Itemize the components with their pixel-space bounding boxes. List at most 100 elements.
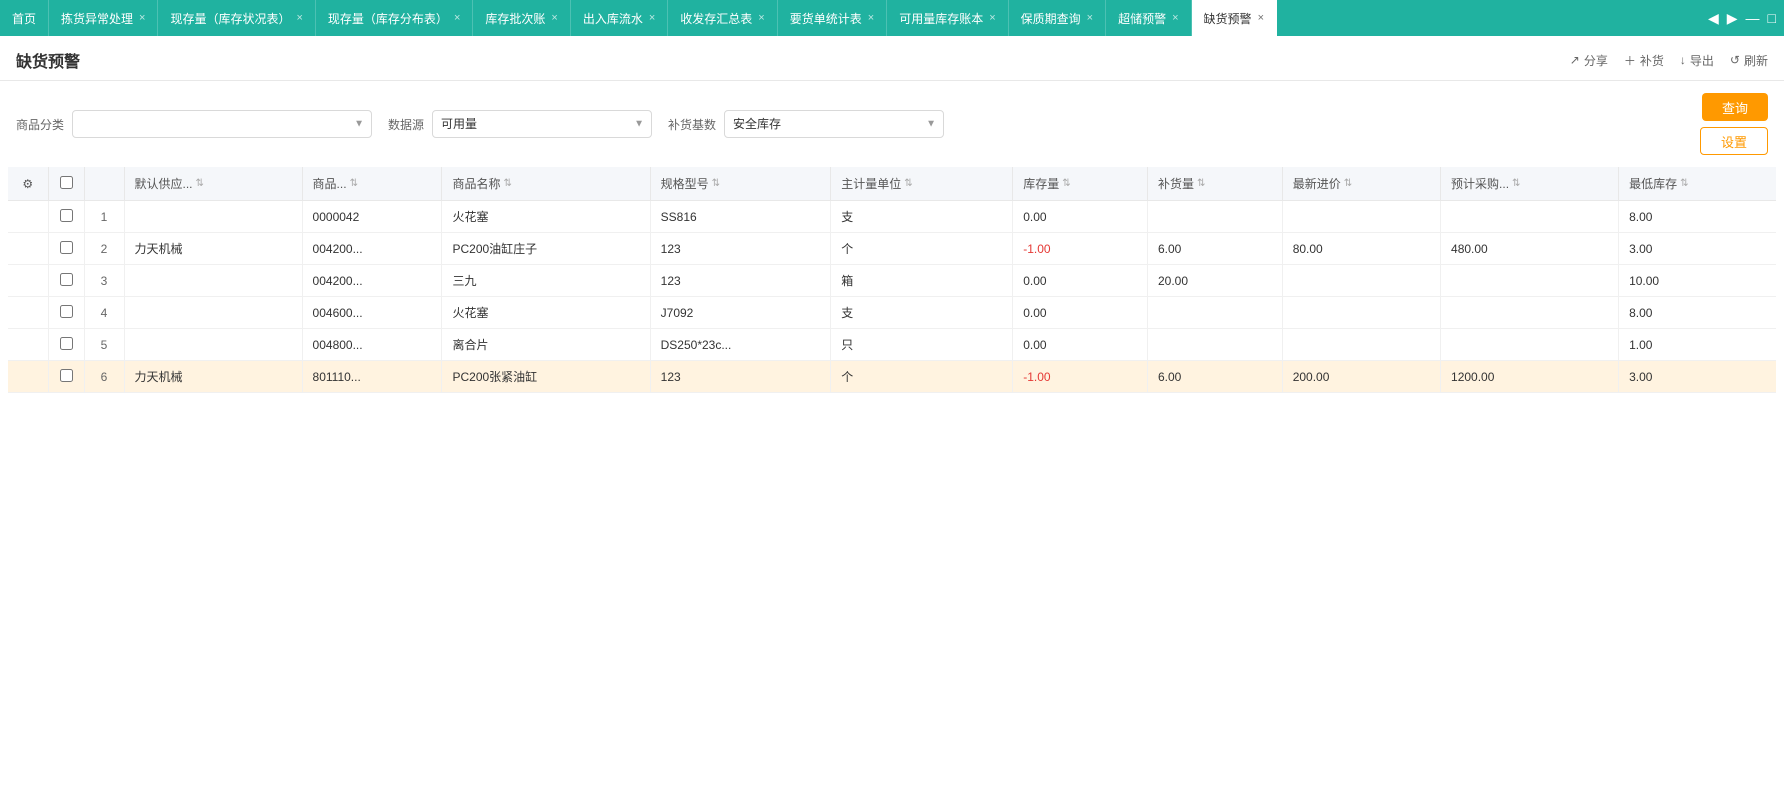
row-unit-2: 箱 — [831, 265, 1013, 297]
row-name-4: 离合片 — [442, 329, 650, 361]
tab-minimize-button[interactable]: — — [1742, 0, 1764, 36]
row-checkbox-0[interactable] — [60, 209, 73, 222]
tab-prev-button[interactable]: ◀ — [1704, 0, 1723, 36]
row-latest-price-5: 200.00 — [1282, 361, 1440, 393]
tab-in-out-flow[interactable]: 出入库流水 × — [571, 0, 668, 36]
category-label: 商品分类 — [16, 116, 64, 133]
tab-nav-buttons: ◀ ▶ — □ — [1704, 0, 1784, 36]
tab-shortage[interactable]: 缺货预警 × — [1192, 0, 1277, 36]
close-tab-demand-stat[interactable]: × — [868, 12, 874, 24]
row-unit-5: 个 — [831, 361, 1013, 393]
close-tab-batch-account[interactable]: × — [551, 12, 557, 24]
row-checkbox-3[interactable] — [60, 305, 73, 318]
th-est-purchase[interactable]: 预计采购... ⇅ — [1441, 167, 1619, 201]
datasource-select[interactable]: 可用量 — [432, 110, 652, 138]
close-tab-available-ledger[interactable]: × — [989, 12, 995, 24]
th-latest-price[interactable]: 最新进价 ⇅ — [1282, 167, 1440, 201]
row-stock-0: 0.00 — [1013, 201, 1148, 233]
tab-inventory-status[interactable]: 现存量（库存状况表） × — [158, 0, 315, 36]
close-tab-inventory-status[interactable]: × — [296, 12, 302, 24]
close-tab-receive-summary[interactable]: × — [758, 12, 764, 24]
settings-button[interactable]: 设置 — [1700, 127, 1768, 155]
th-product-code[interactable]: 商品... ⇅ — [302, 167, 442, 201]
tab-exception[interactable]: 拣货异常处理 × — [49, 0, 158, 36]
tab-maximize-button[interactable]: □ — [1764, 0, 1780, 36]
row-replenish-4 — [1147, 329, 1282, 361]
row-code-4: 004800... — [302, 329, 442, 361]
row-unit-1: 个 — [831, 233, 1013, 265]
close-tab-exception[interactable]: × — [139, 12, 145, 24]
row-code-0: 0000042 — [302, 201, 442, 233]
row-checkbox-4[interactable] — [60, 337, 73, 350]
row-checkbox-1[interactable] — [60, 241, 73, 254]
th-spec[interactable]: 规格型号 ⇅ — [650, 167, 831, 201]
select-all-checkbox[interactable] — [60, 176, 73, 189]
row-min-stock-1: 3.00 — [1619, 233, 1776, 265]
row-supplier-3 — [124, 297, 302, 329]
row-num-5: 6 — [84, 361, 124, 393]
replenish-basis-select-wrapper: 安全库存 — [724, 110, 944, 138]
row-name-3: 火花塞 — [442, 297, 650, 329]
table-container: ⚙ 默认供应... ⇅ 商品... ⇅ 商品名称 ⇅ 规格型号 ⇅ 主计量单位 … — [0, 167, 1784, 393]
th-stock[interactable]: 库存量 ⇅ — [1013, 167, 1148, 201]
row-supplier-0 — [124, 201, 302, 233]
row-est-purchase-4 — [1441, 329, 1619, 361]
th-min-stock[interactable]: 最低库存 ⇅ — [1619, 167, 1776, 201]
row-checkbox-2[interactable] — [60, 273, 73, 286]
tab-receive-summary[interactable]: 收发存汇总表 × — [668, 0, 777, 36]
row-name-1: PC200油缸庄子 — [442, 233, 650, 265]
row-min-stock-3: 8.00 — [1619, 297, 1776, 329]
close-tab-inventory-dist[interactable]: × — [454, 12, 460, 24]
row-est-purchase-3 — [1441, 297, 1619, 329]
row-unit-0: 支 — [831, 201, 1013, 233]
row-spec-5: 123 — [650, 361, 831, 393]
th-default-supplier[interactable]: 默认供应... ⇅ — [124, 167, 302, 201]
table-row: 5 004800... 离合片 DS250*23c... 只 0.00 1.00 — [8, 329, 1776, 361]
row-supplier-4 — [124, 329, 302, 361]
row-replenish-0 — [1147, 201, 1282, 233]
replenish-button[interactable]: ＋ 补货 — [1624, 52, 1664, 69]
close-tab-overstock[interactable]: × — [1172, 12, 1178, 24]
row-stock-4: 0.00 — [1013, 329, 1148, 361]
tab-inventory-dist[interactable]: 现存量（库存分布表） × — [316, 0, 473, 36]
tab-batch-account[interactable]: 库存批次账 × — [473, 0, 570, 36]
tab-next-button[interactable]: ▶ — [1723, 0, 1742, 36]
query-button[interactable]: 查询 — [1702, 93, 1768, 121]
export-button[interactable]: ↓ 导出 — [1680, 52, 1714, 69]
row-gear-5 — [8, 361, 48, 393]
row-code-3: 004600... — [302, 297, 442, 329]
table-row: 2 力天机械 004200... PC200油缸庄子 123 个 -1.00 6… — [8, 233, 1776, 265]
close-tab-in-out-flow[interactable]: × — [649, 12, 655, 24]
share-button[interactable]: ↗ 分享 — [1570, 52, 1608, 69]
row-latest-price-4 — [1282, 329, 1440, 361]
table-row: 4 004600... 火花塞 J7092 支 0.00 8.00 — [8, 297, 1776, 329]
page-header: 缺货预警 ↗ 分享 ＋ 补货 ↓ 导出 ↺ 刷新 — [0, 36, 1784, 81]
tab-available-ledger[interactable]: 可用量库存账本 × — [887, 0, 1008, 36]
category-select-wrapper — [72, 110, 372, 138]
row-unit-4: 只 — [831, 329, 1013, 361]
close-tab-shortage[interactable]: × — [1258, 12, 1264, 24]
replenish-basis-filter-group: 补货基数 安全库存 — [668, 110, 944, 138]
replenish-basis-select[interactable]: 安全库存 — [724, 110, 944, 138]
table-row: 1 0000042 火花塞 SS816 支 0.00 8.00 — [8, 201, 1776, 233]
row-gear-4 — [8, 329, 48, 361]
row-checkbox-5[interactable] — [60, 369, 73, 382]
refresh-icon: ↺ — [1730, 53, 1740, 67]
th-replenish-qty[interactable]: 补货量 ⇅ — [1147, 167, 1282, 201]
tab-overstock[interactable]: 超储预警 × — [1106, 0, 1191, 36]
category-select[interactable] — [72, 110, 372, 138]
row-spec-2: 123 — [650, 265, 831, 297]
th-settings[interactable]: ⚙ — [8, 167, 48, 201]
tab-expiry-query[interactable]: 保质期查询 × — [1009, 0, 1106, 36]
tab-demand-stat[interactable]: 要货单统计表 × — [778, 0, 887, 36]
tab-home[interactable]: 首页 — [0, 0, 49, 36]
refresh-button[interactable]: ↺ 刷新 — [1730, 52, 1768, 69]
row-spec-1: 123 — [650, 233, 831, 265]
row-min-stock-2: 10.00 — [1619, 265, 1776, 297]
row-code-5: 801110... — [302, 361, 442, 393]
th-unit[interactable]: 主计量单位 ⇅ — [831, 167, 1013, 201]
row-checkbox-cell-2 — [48, 265, 84, 297]
row-latest-price-3 — [1282, 297, 1440, 329]
close-tab-expiry-query[interactable]: × — [1087, 12, 1093, 24]
th-product-name[interactable]: 商品名称 ⇅ — [442, 167, 650, 201]
